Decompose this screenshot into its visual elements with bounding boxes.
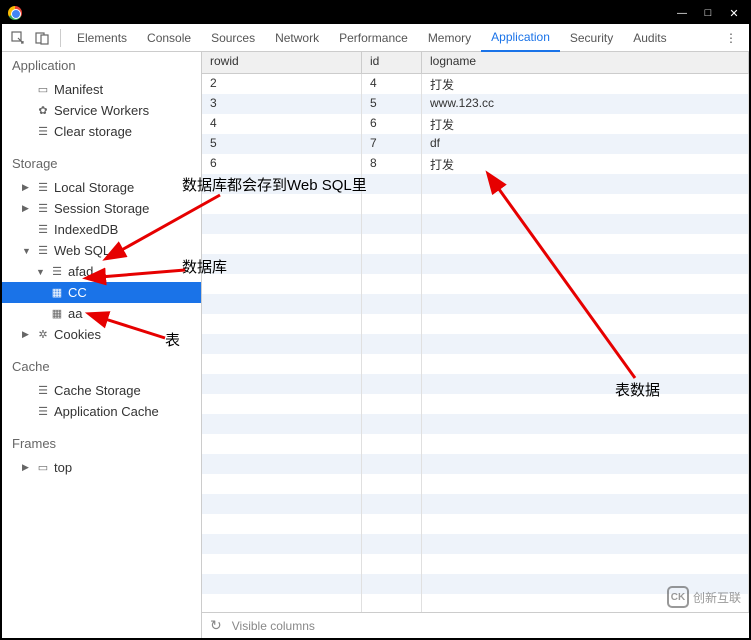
sidebar-item-table-aa[interactable]: ▦aa	[2, 303, 201, 324]
watermark-logo: CK	[667, 586, 689, 608]
table-row	[202, 494, 749, 514]
more-menu-icon[interactable]: ⋮	[717, 31, 745, 45]
sidebar-item-local-storage[interactable]: ▶☰Local Storage	[2, 177, 201, 198]
database-icon: ☰	[36, 384, 50, 398]
database-icon: ☰	[50, 265, 64, 279]
tab-elements[interactable]: Elements	[67, 24, 137, 52]
table-row[interactable]: 24打发	[202, 74, 749, 94]
table-row	[202, 394, 749, 414]
device-icon[interactable]	[34, 30, 50, 46]
sidebar-item-clear-storage[interactable]: ☰Clear storage	[2, 121, 201, 142]
content-panel: rowid id logname 24打发35www.123.cc46打发57d…	[202, 52, 749, 638]
table-row	[202, 434, 749, 454]
sidebar-item-cookies[interactable]: ▶✲Cookies	[2, 324, 201, 345]
tab-audits[interactable]: Audits	[623, 24, 676, 52]
section-frames: Frames	[2, 430, 201, 457]
table-body: 24打发35www.123.cc46打发57df68打发	[202, 74, 749, 612]
database-icon: ☰	[36, 125, 50, 139]
table-row[interactable]: 68打发	[202, 154, 749, 174]
sidebar-item-top-frame[interactable]: ▶▭top	[2, 457, 201, 478]
cookie-icon: ✲	[36, 328, 50, 342]
table-row	[202, 274, 749, 294]
table-row	[202, 194, 749, 214]
sidebar-item-table-cc[interactable]: ▦CC	[2, 282, 201, 303]
table-icon: ▦	[50, 286, 64, 300]
sidebar-item-session-storage[interactable]: ▶☰Session Storage	[2, 198, 201, 219]
table-row	[202, 454, 749, 474]
database-icon: ☰	[36, 244, 50, 258]
column-rowid[interactable]: rowid	[202, 52, 362, 73]
sidebar-item-web-sql[interactable]: ▼☰Web SQL	[2, 240, 201, 261]
column-id[interactable]: id	[362, 52, 422, 73]
table-row	[202, 254, 749, 274]
gear-icon: ✿	[36, 104, 50, 118]
table-row	[202, 234, 749, 254]
storage-icon: ☰	[36, 181, 50, 195]
sidebar-item-application-cache[interactable]: ☰Application Cache	[2, 401, 201, 422]
refresh-icon[interactable]: ↻	[210, 617, 222, 634]
window-titlebar	[2, 2, 749, 24]
minimize-button[interactable]	[669, 4, 695, 22]
storage-icon: ☰	[36, 405, 50, 419]
table-row	[202, 414, 749, 434]
table-row	[202, 554, 749, 574]
table-row[interactable]: 46打发	[202, 114, 749, 134]
application-sidebar: Application ▭Manifest ✿Service Workers ☰…	[2, 52, 202, 638]
tab-sources[interactable]: Sources	[201, 24, 265, 52]
close-button[interactable]	[721, 4, 747, 22]
table-row[interactable]: 57df	[202, 134, 749, 154]
visible-columns-label[interactable]: Visible columns	[232, 619, 315, 633]
table-row	[202, 374, 749, 394]
table-icon: ▦	[50, 307, 64, 321]
sidebar-item-manifest[interactable]: ▭Manifest	[2, 79, 201, 100]
section-application: Application	[2, 52, 201, 79]
table-row	[202, 174, 749, 194]
table-row	[202, 294, 749, 314]
database-icon: ☰	[36, 223, 50, 237]
sidebar-item-db-afad[interactable]: ▼☰afad	[2, 261, 201, 282]
table-row[interactable]: 35www.123.cc	[202, 94, 749, 114]
table-row	[202, 354, 749, 374]
section-storage: Storage	[2, 150, 201, 177]
sidebar-item-service-workers[interactable]: ✿Service Workers	[2, 100, 201, 121]
table-row	[202, 214, 749, 234]
tab-network[interactable]: Network	[265, 24, 329, 52]
section-cache: Cache	[2, 353, 201, 380]
watermark-text: 创新互联	[693, 589, 741, 606]
table-row	[202, 534, 749, 554]
document-icon: ▭	[36, 83, 50, 97]
tab-performance[interactable]: Performance	[329, 24, 418, 52]
inspect-icon[interactable]	[10, 30, 26, 46]
table-row	[202, 314, 749, 334]
sidebar-item-indexeddb[interactable]: ☰IndexedDB	[2, 219, 201, 240]
statusbar: ↻ Visible columns	[202, 612, 749, 638]
tab-memory[interactable]: Memory	[418, 24, 481, 52]
column-logname[interactable]: logname	[422, 52, 749, 73]
watermark: CK 创新互联	[667, 586, 741, 608]
table-row	[202, 334, 749, 354]
table-header: rowid id logname	[202, 52, 749, 74]
devtools-tabbar: Elements Console Sources Network Perform…	[2, 24, 749, 52]
frame-icon: ▭	[36, 461, 50, 475]
sidebar-item-cache-storage[interactable]: ☰Cache Storage	[2, 380, 201, 401]
table-row	[202, 514, 749, 534]
storage-icon: ☰	[36, 202, 50, 216]
tab-security[interactable]: Security	[560, 24, 623, 52]
table-row	[202, 474, 749, 494]
tab-application[interactable]: Application	[481, 24, 560, 52]
chrome-icon	[8, 6, 22, 20]
tab-console[interactable]: Console	[137, 24, 201, 52]
maximize-button[interactable]	[695, 4, 721, 22]
